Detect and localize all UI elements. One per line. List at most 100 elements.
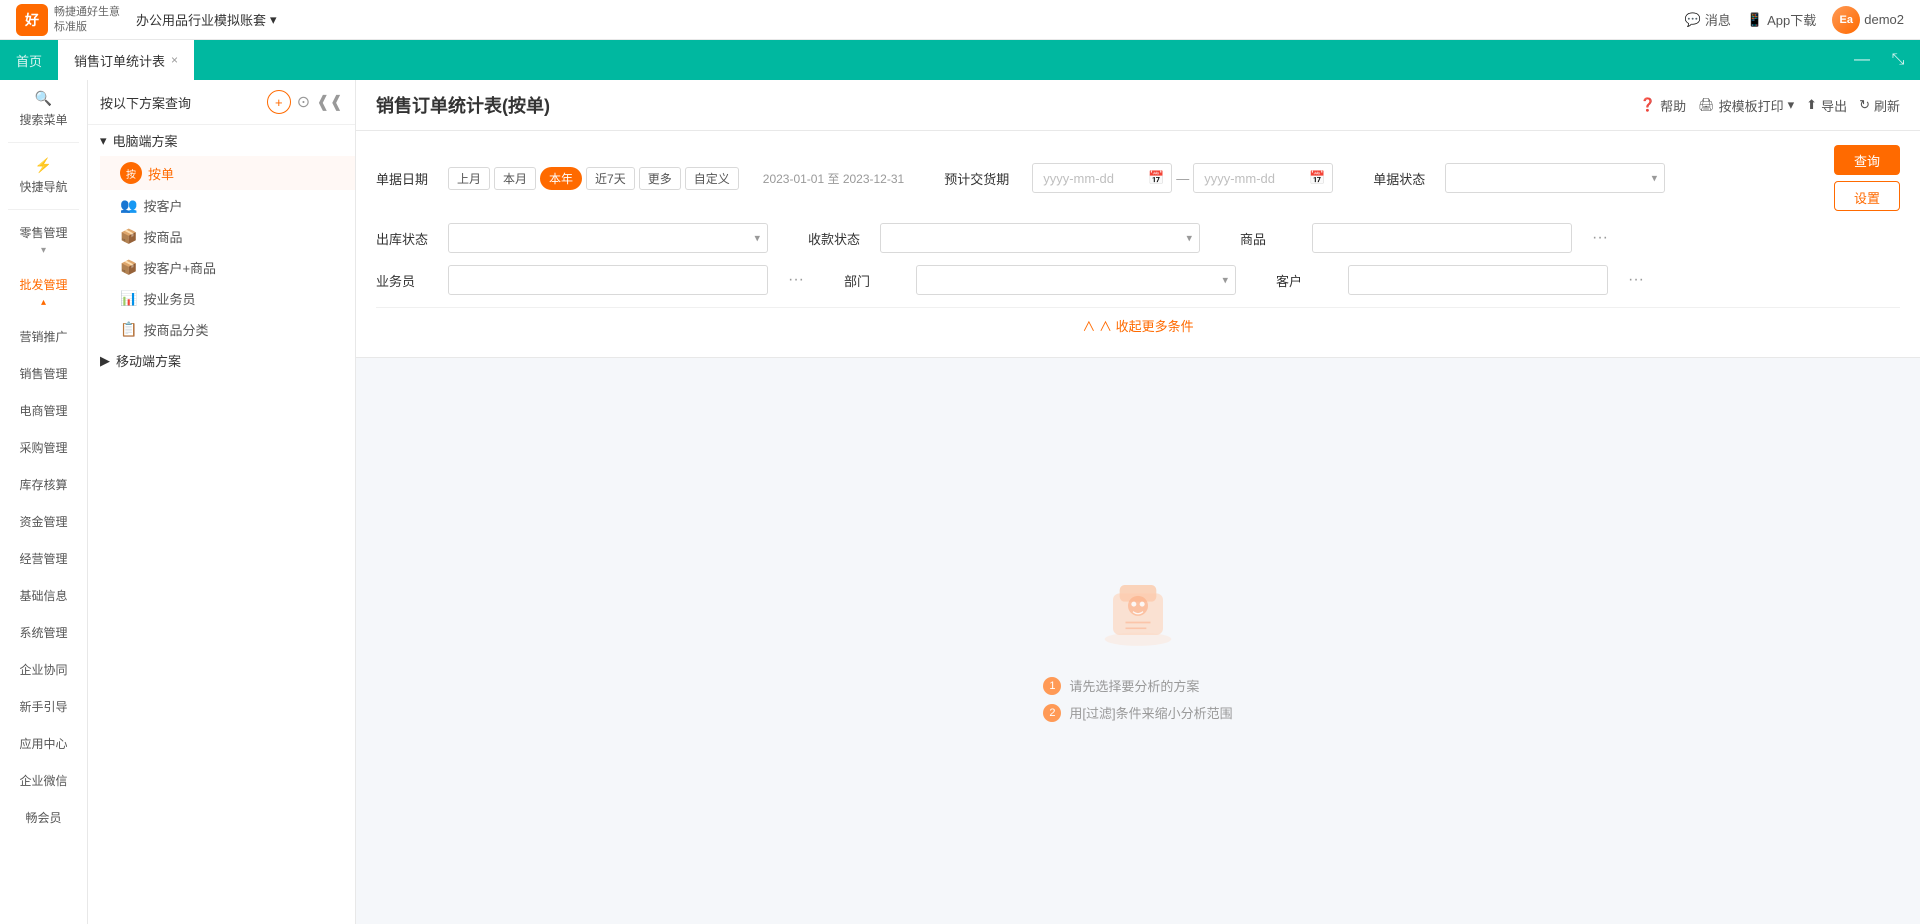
message-button[interactable]: 💬 消息	[1685, 10, 1731, 29]
sidebar-item-member[interactable]: 畅会员	[0, 799, 87, 836]
filter-row-1: 单据日期 上月 本月 本年 近7天 更多 自定义 2023-01-01 至 20…	[376, 145, 1900, 211]
tab-expand-button[interactable]: ⤡	[1884, 46, 1912, 74]
sidebar-item-system[interactable]: 系统管理	[0, 614, 87, 651]
sidebar-item-marketing[interactable]: 营销推广	[0, 318, 87, 355]
refresh-button[interactable]: ↻ 刷新	[1859, 96, 1900, 115]
sidebar-item-inventory[interactable]: 库存核算	[0, 466, 87, 503]
tree-children-pc: 按 按单 👥 按客户 📦 按商品 📦 按客户+商品	[88, 156, 355, 345]
by-customer-icon: 👥	[120, 197, 137, 214]
action-buttons: 查询 设置	[1834, 145, 1900, 211]
sidebar-item-enterprise[interactable]: 企业协同	[0, 651, 87, 688]
date-btn-this-year[interactable]: 本年	[540, 167, 582, 190]
template-print-button[interactable]: 🖨 按模板打印 ▾	[1698, 96, 1794, 115]
top-bar: 好 畅捷通好生意 标准版 办公用品行业模拟账套 ▾ 💬 消息 📱 App下载 E…	[0, 0, 1920, 40]
date-btn-last-7-days[interactable]: 近7天	[586, 167, 635, 190]
app-selector[interactable]: 办公用品行业模拟账套 ▾	[128, 6, 285, 33]
sidebar-item-newbie[interactable]: 新手引导	[0, 688, 87, 725]
tree-parent-pc[interactable]: ▾ 电脑端方案	[88, 125, 355, 156]
tab-home[interactable]: 首页	[0, 40, 58, 80]
user-menu[interactable]: Ea demo2	[1832, 6, 1904, 34]
tab-minimize-button[interactable]: —	[1848, 46, 1876, 74]
logo-icon: 好	[16, 4, 48, 36]
main-panel: 销售订单统计表(按单) ❓ 帮助 🖨 按模板打印 ▾ ⬆ 导出	[356, 80, 1920, 924]
sidebar-item-retail[interactable]: 零售管理 ▾	[0, 214, 87, 266]
by-goods-category-icon: 📋	[120, 321, 137, 338]
app-download-button[interactable]: 📱 App下载	[1747, 10, 1816, 29]
date-btn-this-month[interactable]: 本月	[494, 167, 536, 190]
tree-item-by-order[interactable]: 按 按单	[100, 156, 355, 190]
sidebar-item-sales[interactable]: 销售管理	[0, 355, 87, 392]
help-button[interactable]: ❓ 帮助	[1640, 96, 1686, 115]
date-to-input[interactable]	[1193, 163, 1333, 193]
sidebar-item-quicknav[interactable]: ⚡ 快捷导航	[0, 147, 87, 205]
sidebar-search[interactable]: 🔍 搜索菜单	[0, 80, 87, 138]
ship-status-select[interactable]	[448, 223, 768, 253]
salesperson-label: 业务员	[376, 271, 432, 290]
content-area: 按以下方案查询 + ⊙ ❰❰ ▾ 电脑端方案 按 按单	[88, 80, 1920, 924]
tree-parent-mobile[interactable]: ▶ 移动端方案	[88, 345, 355, 376]
date-separator: —	[1176, 171, 1189, 186]
tree-expand-icon: ▾	[100, 133, 107, 149]
export-button[interactable]: ⬆ 导出	[1806, 96, 1847, 115]
left-panel-actions: + ⊙ ❰❰	[267, 90, 343, 114]
sidebar-item-purchase[interactable]: 采购管理	[0, 429, 87, 466]
main-layout: 🔍 搜索菜单 ⚡ 快捷导航 零售管理 ▾ 批发管理 ▴ 营销推广 销售管理 电商…	[0, 80, 1920, 924]
collapse-panel-icon[interactable]: ❰❰	[316, 92, 343, 112]
receive-status-label: 收款状态	[808, 229, 864, 248]
divider2	[8, 209, 79, 210]
sidebar: 🔍 搜索菜单 ⚡ 快捷导航 零售管理 ▾ 批发管理 ▴ 营销推广 销售管理 电商…	[0, 80, 88, 924]
left-panel-header: 按以下方案查询 + ⊙ ❰❰	[88, 80, 355, 125]
left-panel-title: 按以下方案查询	[100, 93, 191, 112]
date-btn-custom[interactable]: 自定义	[685, 167, 739, 190]
sidebar-item-wholesale[interactable]: 批发管理 ▴	[0, 266, 87, 318]
sidebar-item-business[interactable]: 经营管理	[0, 540, 87, 577]
tab-bar-actions: — ⤡	[1848, 46, 1920, 74]
tree-item-by-customer[interactable]: 👥 按客户	[100, 190, 355, 221]
date-from-input[interactable]	[1032, 163, 1172, 193]
tip-num-1: 1	[1043, 677, 1061, 695]
settings-button[interactable]: 设置	[1834, 181, 1900, 211]
tree-item-by-goods[interactable]: 📦 按商品	[100, 221, 355, 252]
avatar: Ea	[1832, 6, 1860, 34]
tree-item-by-customer-goods[interactable]: 📦 按客户+商品	[100, 252, 355, 283]
date-buttons: 上月 本月 本年 近7天 更多 自定义	[448, 167, 739, 190]
filter-row-3: 业务员 ··· 部门 客户 ···	[376, 265, 1900, 295]
customer-input[interactable]	[1348, 265, 1608, 295]
sidebar-item-appcenter[interactable]: 应用中心	[0, 725, 87, 762]
tab-close-icon[interactable]: ×	[171, 53, 178, 67]
customer-more-icon[interactable]: ···	[1628, 271, 1644, 289]
collapse-bar[interactable]: ∧ ∧ 收起更多条件	[376, 307, 1900, 343]
salesperson-more-icon[interactable]: ···	[788, 271, 804, 289]
sidebar-item-ecommerce[interactable]: 电商管理	[0, 392, 87, 429]
page-header: 销售订单统计表(按单) ❓ 帮助 🖨 按模板打印 ▾ ⬆ 导出	[356, 80, 1920, 131]
goods-more-icon[interactable]: ···	[1592, 229, 1608, 247]
wholesale-arrow-icon: ▴	[41, 297, 46, 308]
receive-status-select[interactable]	[880, 223, 1200, 253]
scheme-settings-icon[interactable]: ⊙	[297, 92, 310, 112]
expected-date-group: 📅 — 📅	[1032, 163, 1333, 193]
tab-sales-order-stat[interactable]: 销售订单统计表 ×	[58, 40, 194, 80]
filter-area: 单据日期 上月 本月 本年 近7天 更多 自定义 2023-01-01 至 20…	[356, 131, 1920, 358]
tree-item-by-salesperson[interactable]: 📊 按业务员	[100, 283, 355, 314]
tip-num-2: 2	[1043, 704, 1061, 722]
page-header-actions: ❓ 帮助 🖨 按模板打印 ▾ ⬆ 导出 ↻ 刷新	[1640, 96, 1900, 115]
goods-input[interactable]	[1312, 223, 1572, 253]
date-btn-more[interactable]: 更多	[639, 167, 681, 190]
sidebar-item-wechat[interactable]: 企业微信	[0, 762, 87, 799]
add-scheme-button[interactable]: +	[267, 90, 291, 114]
date-btn-last-month[interactable]: 上月	[448, 167, 490, 190]
empty-tip-1: 1 请先选择要分析的方案	[1043, 676, 1232, 695]
query-button[interactable]: 查询	[1834, 145, 1900, 175]
tree-item-by-goods-category[interactable]: 📋 按商品分类	[100, 314, 355, 345]
by-customer-goods-icon: 📦	[120, 259, 137, 276]
logo-area: 好 畅捷通好生意 标准版	[16, 4, 120, 36]
empty-tips: 1 请先选择要分析的方案 2 用[过滤]条件来缩小分析范围	[1043, 676, 1232, 722]
salesperson-input[interactable]	[448, 265, 768, 295]
sidebar-item-finance[interactable]: 资金管理	[0, 503, 87, 540]
empty-illustration	[1088, 560, 1188, 660]
bill-status-select[interactable]	[1445, 163, 1665, 193]
department-select[interactable]	[916, 265, 1236, 295]
ship-status-select-wrap	[448, 223, 768, 253]
print-icon: 🖨	[1698, 97, 1715, 113]
sidebar-item-basic[interactable]: 基础信息	[0, 577, 87, 614]
